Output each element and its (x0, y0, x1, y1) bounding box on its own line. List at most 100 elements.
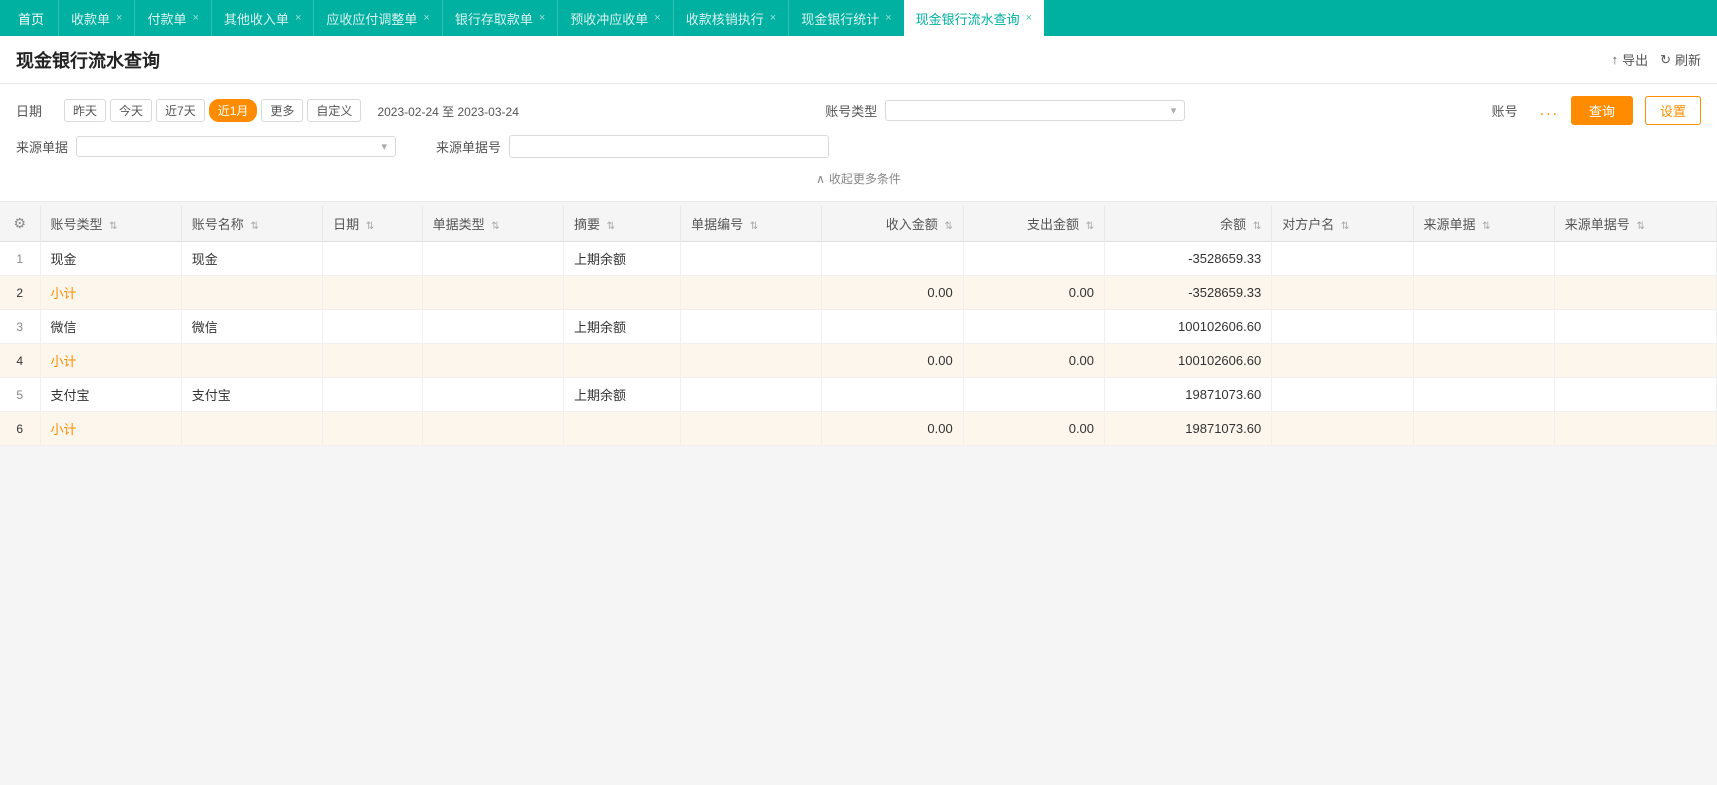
close-icon[interactable]: × (116, 12, 122, 24)
nav-home[interactable]: 首页 (4, 0, 58, 36)
row-source-doc-no (1554, 310, 1716, 344)
row-counterpart (1272, 378, 1413, 412)
row-date (323, 344, 423, 378)
row-account-name (181, 276, 322, 310)
date-btn-1month[interactable]: 近1月 (209, 99, 258, 122)
more-dots[interactable]: ... (1540, 102, 1559, 120)
nav-tab-other-income[interactable]: 其他收入单 × (211, 0, 313, 36)
row-account-type: 现金 (40, 242, 181, 276)
source-doc-no-label: 来源单据号 (436, 137, 501, 156)
refresh-icon: ↻ (1660, 52, 1671, 68)
date-btn-7days[interactable]: 近7天 (156, 99, 205, 122)
nav-tab-ledger[interactable]: 现金银行流水查询 × (904, 0, 1044, 36)
col-balance[interactable]: 余额 ⇅ (1105, 206, 1272, 242)
source-doc-no-input[interactable] (509, 135, 829, 158)
sort-icon: ⇅ (1636, 221, 1644, 232)
export-button[interactable]: ↑ 导出 (1612, 50, 1649, 69)
row-source-doc (1413, 242, 1554, 276)
sort-icon: ⇅ (1086, 221, 1094, 232)
col-summary[interactable]: 摘要 ⇅ (563, 206, 680, 242)
row-account-type: 微信 (40, 310, 181, 344)
sort-icon: ⇅ (944, 221, 952, 232)
row-income: 0.00 (822, 276, 963, 310)
col-account-name[interactable]: 账号名称 ⇅ (181, 206, 322, 242)
nav-tab-verify[interactable]: 收款核销执行 × (673, 0, 788, 36)
query-button[interactable]: 查询 (1571, 96, 1633, 125)
row-expense (963, 378, 1104, 412)
close-icon[interactable]: × (885, 12, 891, 24)
sort-icon: ⇅ (250, 221, 258, 232)
filter-row-2: 来源单据 ▾ 来源单据号 (16, 135, 1701, 158)
row-summary (563, 412, 680, 446)
account-filter-group: 账号 ... (1492, 101, 1559, 120)
refresh-button[interactable]: ↻ 刷新 (1660, 50, 1701, 69)
row-income: 0.00 (822, 412, 963, 446)
col-expense[interactable]: 支出金额 ⇅ (963, 206, 1104, 242)
page-title: 现金银行流水查询 (16, 47, 160, 73)
table-row: 1现金现金上期余额-3528659.33 (0, 242, 1717, 276)
row-source-doc (1413, 310, 1554, 344)
row-source-doc-no (1554, 344, 1716, 378)
header-actions: ↑ 导出 ↻ 刷新 (1612, 50, 1701, 69)
account-type-select[interactable]: ▾ (885, 100, 1185, 121)
date-btn-more[interactable]: 更多 (261, 99, 303, 122)
date-btn-today[interactable]: 今天 (110, 99, 152, 122)
nav-tab-stats[interactable]: 现金银行统计 × (788, 0, 903, 36)
date-filter-group: 日期 昨天 今天 近7天 近1月 更多 自定义 (16, 99, 361, 122)
col-income[interactable]: 收入金额 ⇅ (822, 206, 963, 242)
col-date[interactable]: 日期 ⇅ (323, 206, 423, 242)
sort-icon: ⇅ (491, 221, 499, 232)
table-header-row: ⚙ 账号类型 ⇅ 账号名称 ⇅ 日期 ⇅ 单据类型 ⇅ (0, 206, 1717, 242)
row-doc-type (422, 310, 563, 344)
collapse-bar[interactable]: ∧ 收起更多条件 (16, 166, 1701, 195)
nav-tab-adjust[interactable]: 应收应付调整单 × (313, 0, 441, 36)
source-doc-label: 来源单据 (16, 137, 68, 156)
close-icon[interactable]: × (1026, 12, 1032, 24)
data-table: ⚙ 账号类型 ⇅ 账号名称 ⇅ 日期 ⇅ 单据类型 ⇅ (0, 206, 1717, 446)
row-doc-no (681, 378, 822, 412)
nav-tab-shoukuan[interactable]: 收款单 × (58, 0, 134, 36)
col-doc-type[interactable]: 单据类型 ⇅ (422, 206, 563, 242)
row-doc-type (422, 344, 563, 378)
date-btn-yesterday[interactable]: 昨天 (64, 99, 106, 122)
row-date (323, 276, 423, 310)
row-index: 6 (0, 412, 40, 446)
row-balance: -3528659.33 (1105, 242, 1272, 276)
row-doc-type (422, 276, 563, 310)
row-summary: 上期余额 (563, 242, 680, 276)
date-btn-custom[interactable]: 自定义 (307, 99, 361, 122)
sort-icon: ⇅ (366, 221, 374, 232)
gear-icon[interactable]: ⚙ (13, 215, 26, 231)
account-type-filter-group: 账号类型 ▾ (825, 100, 1185, 121)
col-doc-no[interactable]: 单据编号 ⇅ (681, 206, 822, 242)
close-icon[interactable]: × (539, 12, 545, 24)
row-account-name: 微信 (181, 310, 322, 344)
col-counterpart[interactable]: 对方户名 ⇅ (1272, 206, 1413, 242)
sort-icon: ⇅ (1341, 221, 1349, 232)
settings-button[interactable]: 设置 (1645, 96, 1701, 125)
col-gear[interactable]: ⚙ (0, 206, 40, 242)
col-source-doc-no[interactable]: 来源单据号 ⇅ (1554, 206, 1716, 242)
row-income (822, 310, 963, 344)
row-source-doc (1413, 344, 1554, 378)
close-icon[interactable]: × (770, 12, 776, 24)
close-icon[interactable]: × (654, 12, 660, 24)
row-account-name: 支付宝 (181, 378, 322, 412)
close-icon[interactable]: × (192, 12, 198, 24)
nav-tab-bank-deposit[interactable]: 银行存取款单 × (442, 0, 557, 36)
nav-tab-fukuan[interactable]: 付款单 × (134, 0, 210, 36)
account-type-label: 账号类型 (825, 101, 877, 120)
close-icon[interactable]: × (295, 12, 301, 24)
nav-tab-advance[interactable]: 预收冲应收单 × (557, 0, 672, 36)
date-label: 日期 (16, 101, 56, 120)
col-source-doc[interactable]: 来源单据 ⇅ (1413, 206, 1554, 242)
row-account-name: 现金 (181, 242, 322, 276)
export-icon: ↑ (1612, 52, 1619, 67)
col-account-type[interactable]: 账号类型 ⇅ (40, 206, 181, 242)
row-expense: 0.00 (963, 412, 1104, 446)
account-label: 账号 (1492, 101, 1532, 120)
source-doc-select[interactable]: ▾ (76, 136, 396, 157)
close-icon[interactable]: × (423, 12, 429, 24)
table-row: 5支付宝支付宝上期余额19871073.60 (0, 378, 1717, 412)
sort-icon: ⇅ (750, 221, 758, 232)
